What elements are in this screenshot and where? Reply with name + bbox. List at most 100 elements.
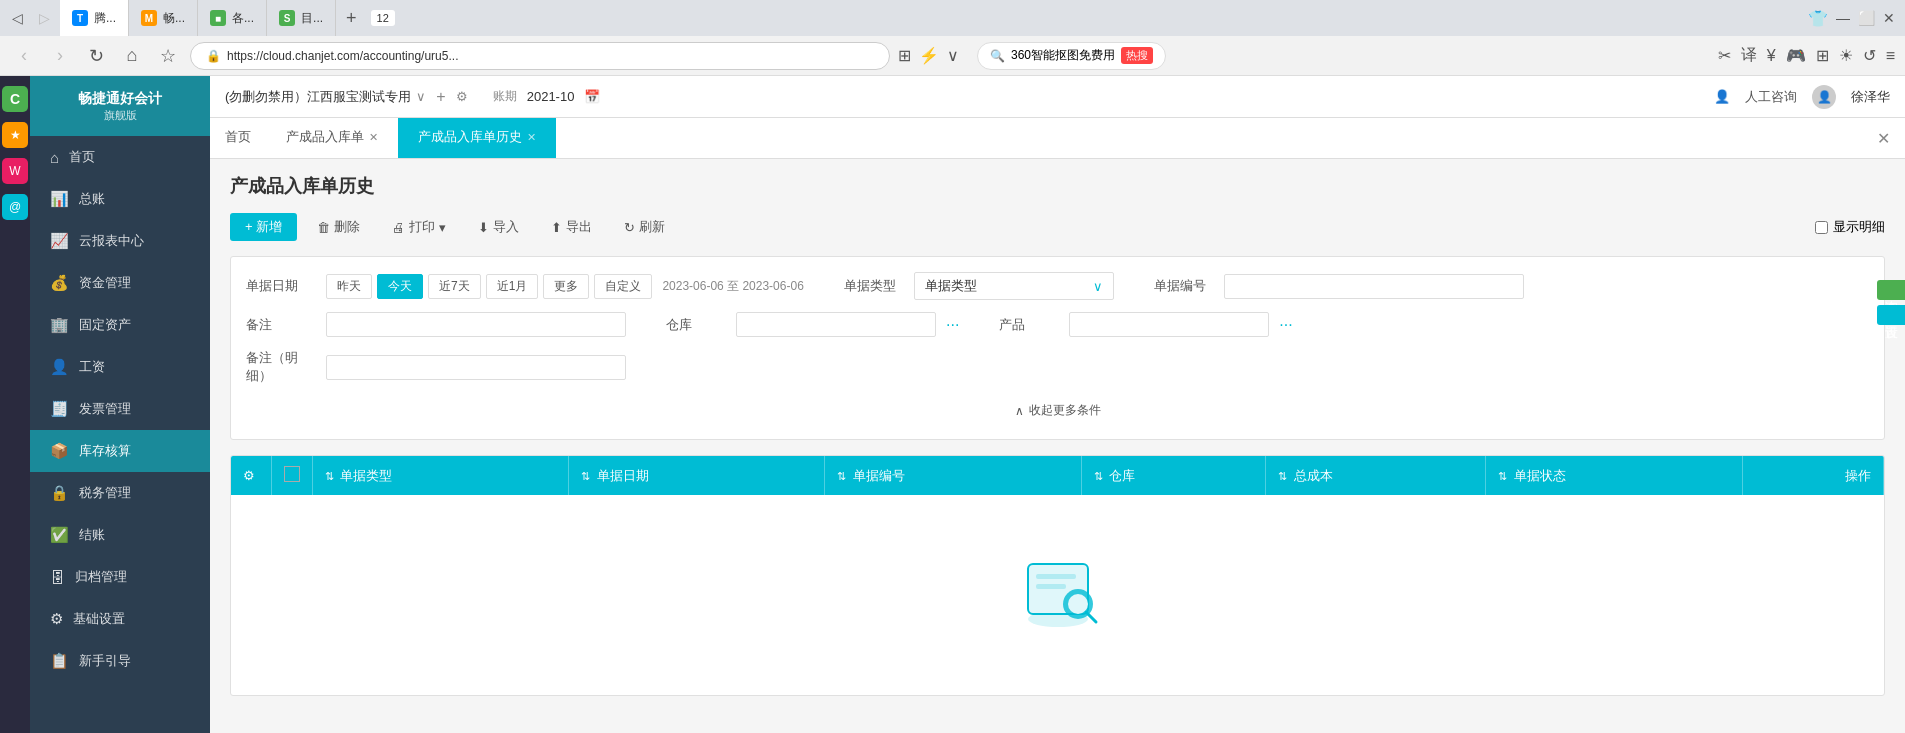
search-bar[interactable]: 🔍 360智能抠图免费用 热搜 xyxy=(977,42,1166,70)
col-date-label: 单据日期 xyxy=(597,468,649,483)
settings-company-icon[interactable]: ⚙ xyxy=(456,89,468,104)
import-btn[interactable]: ⬇ 导入 xyxy=(466,213,531,241)
query-btn[interactable]: 查询 xyxy=(1877,280,1905,300)
tab-m[interactable]: M 畅... xyxy=(129,0,198,36)
new-tab-button[interactable]: + xyxy=(336,8,367,29)
col-number[interactable]: ⇅ 单据编号 xyxy=(825,456,1081,495)
col-status[interactable]: ⇅ 单据状态 xyxy=(1486,456,1742,495)
add-btn[interactable]: + 新增 xyxy=(230,213,297,241)
address-input[interactable]: 🔒 https://cloud.chanjet.com/accounting/u… xyxy=(190,42,890,70)
collapse-btn[interactable]: ∧ 收起更多条件 xyxy=(1010,397,1106,424)
sidebar-item-settings[interactable]: ⚙ 基础设置 xyxy=(30,598,210,640)
type-select-value: 单据类型 xyxy=(925,277,977,295)
tab-history-close[interactable]: ✕ xyxy=(527,131,536,144)
sidebar-item-fixed-assets[interactable]: 🏢 固定资产 xyxy=(30,304,210,346)
date-btn-more[interactable]: 更多 xyxy=(543,274,589,299)
icon-item-yellow[interactable]: ★ xyxy=(2,122,28,148)
nav-forward[interactable]: › xyxy=(46,45,74,66)
panel-close-btn[interactable]: ✕ xyxy=(1862,119,1905,158)
sidebar-item-archive[interactable]: 🗄 归档管理 xyxy=(30,556,210,598)
col-check[interactable] xyxy=(271,456,312,495)
minimize-button[interactable]: — xyxy=(1836,10,1850,26)
refresh-nav[interactable]: ↻ xyxy=(82,45,110,67)
new-entry-icon: 📋 xyxy=(50,652,69,670)
reload-icon[interactable]: ↺ xyxy=(1863,46,1876,65)
product-dots[interactable]: ··· xyxy=(1279,316,1292,334)
sidebar-item-home[interactable]: ⌂ 首页 xyxy=(30,136,210,178)
nav-back[interactable]: ‹ xyxy=(10,45,38,66)
maximize-button[interactable]: ⬜ xyxy=(1858,10,1875,26)
icon-item-teal[interactable]: @ xyxy=(2,194,28,220)
export-btn[interactable]: ⬆ 导出 xyxy=(539,213,604,241)
sidebar-item-reports[interactable]: 📈 云报表中心 xyxy=(30,220,210,262)
icon-item-green[interactable]: C xyxy=(2,86,28,112)
product-input[interactable] xyxy=(1069,312,1269,337)
lightning-icon[interactable]: ⚡ xyxy=(919,46,939,65)
print-btn[interactable]: 🖨 打印 ▾ xyxy=(380,213,458,241)
refresh-label: 刷新 xyxy=(639,218,665,236)
add-company-btn[interactable]: + xyxy=(436,88,445,106)
tab-count[interactable]: 12 xyxy=(371,10,395,26)
tab-list-label: 产成品入库单 xyxy=(286,128,364,146)
extensions-icon[interactable]: ⊞ xyxy=(898,46,911,65)
tab-list[interactable]: 产成品入库单 ✕ xyxy=(266,118,398,158)
col-date[interactable]: ⇅ 单据日期 xyxy=(568,456,824,495)
icon-item-pink[interactable]: W xyxy=(2,158,28,184)
tab-active[interactable]: T 腾... xyxy=(60,0,129,36)
remark-detail-input[interactable] xyxy=(326,355,626,380)
bookmark-nav[interactable]: ☆ xyxy=(154,45,182,67)
menu-icon[interactable]: ≡ xyxy=(1886,47,1895,65)
col-settings[interactable]: ⚙ xyxy=(231,456,271,495)
sidebar-item-new-entry[interactable]: 📋 新手引导 xyxy=(30,640,210,682)
calendar-icon[interactable]: 📅 xyxy=(584,89,600,104)
delete-btn[interactable]: 🗑 删除 xyxy=(305,213,372,241)
sidebar-item-funds[interactable]: 💰 资金管理 xyxy=(30,262,210,304)
sidebar-item-payroll[interactable]: 👤 工资 xyxy=(30,346,210,388)
settings-side-btn[interactable]: 设置 xyxy=(1877,305,1905,325)
col-type[interactable]: ⇅ 单据类型 xyxy=(312,456,568,495)
search-text: 360智能抠图免费用 xyxy=(1011,47,1115,64)
breadcrumb-home[interactable]: 首页 xyxy=(210,118,266,158)
back-button[interactable]: ◁ xyxy=(5,6,29,30)
remark-input[interactable] xyxy=(326,312,626,337)
col-total-cost[interactable]: ⇅ 总成本 xyxy=(1266,456,1486,495)
scissors-icon[interactable]: ✂ xyxy=(1718,46,1731,65)
dropdown-nav[interactable]: ∨ xyxy=(947,46,959,65)
tab-sheet[interactable]: ■ 各... xyxy=(198,0,267,36)
date-btn-7days[interactable]: 近7天 xyxy=(428,274,481,299)
tab-list-close[interactable]: ✕ xyxy=(369,131,378,144)
home-nav[interactable]: ⌂ xyxy=(118,45,146,66)
yuan-icon[interactable]: ¥ xyxy=(1767,47,1776,65)
grid-icon[interactable]: ⊞ xyxy=(1816,46,1829,65)
sidebar-item-invoice[interactable]: 🧾 发票管理 xyxy=(30,388,210,430)
nav-logo[interactable]: 畅捷通好会计 旗舰版 xyxy=(30,76,210,136)
company-select[interactable]: (勿删勿禁用）江西服宝测试专用 ∨ xyxy=(225,88,426,106)
close-button[interactable]: ✕ xyxy=(1883,10,1895,26)
gamepad-icon[interactable]: 🎮 xyxy=(1786,46,1806,65)
translate-icon[interactable]: 译 xyxy=(1741,45,1757,66)
warehouse-dots[interactable]: ··· xyxy=(946,316,959,334)
forward-button[interactable]: ▷ xyxy=(32,6,56,30)
date-btn-today[interactable]: 今天 xyxy=(377,274,423,299)
type-select[interactable]: 单据类型 ∨ xyxy=(914,272,1114,300)
tab-s[interactable]: S 目... xyxy=(267,0,336,36)
col-warehouse[interactable]: ⇅ 仓库 xyxy=(1081,456,1265,495)
sidebar-item-closing[interactable]: ✅ 结账 xyxy=(30,514,210,556)
topbar-right: 👤 人工咨询 👤 徐泽华 xyxy=(1714,85,1890,109)
show-detail-checkbox[interactable] xyxy=(1815,221,1828,234)
select-all-checkbox[interactable] xyxy=(284,466,300,482)
date-filter: 昨天 今天 近7天 近1月 更多 自定义 2023-06-06 至 2023-0… xyxy=(326,274,804,299)
sidebar-item-tax[interactable]: 🔒 税务管理 xyxy=(30,472,210,514)
number-input[interactable] xyxy=(1224,274,1524,299)
date-btn-1month[interactable]: 近1月 xyxy=(486,274,539,299)
sidebar-item-inventory[interactable]: 📦 库存核算 xyxy=(30,430,210,472)
warehouse-input[interactable] xyxy=(736,312,936,337)
user-service-label[interactable]: 人工咨询 xyxy=(1745,88,1797,106)
refresh-btn[interactable]: ↻ 刷新 xyxy=(612,213,677,241)
brightness-icon[interactable]: ☀ xyxy=(1839,46,1853,65)
date-btn-yesterday[interactable]: 昨天 xyxy=(326,274,372,299)
sidebar-item-ledger[interactable]: 📊 总账 xyxy=(30,178,210,220)
tab-history[interactable]: 产成品入库单历史 ✕ xyxy=(398,118,556,158)
print-label: 打印 xyxy=(409,218,435,236)
date-btn-custom[interactable]: 自定义 xyxy=(594,274,652,299)
